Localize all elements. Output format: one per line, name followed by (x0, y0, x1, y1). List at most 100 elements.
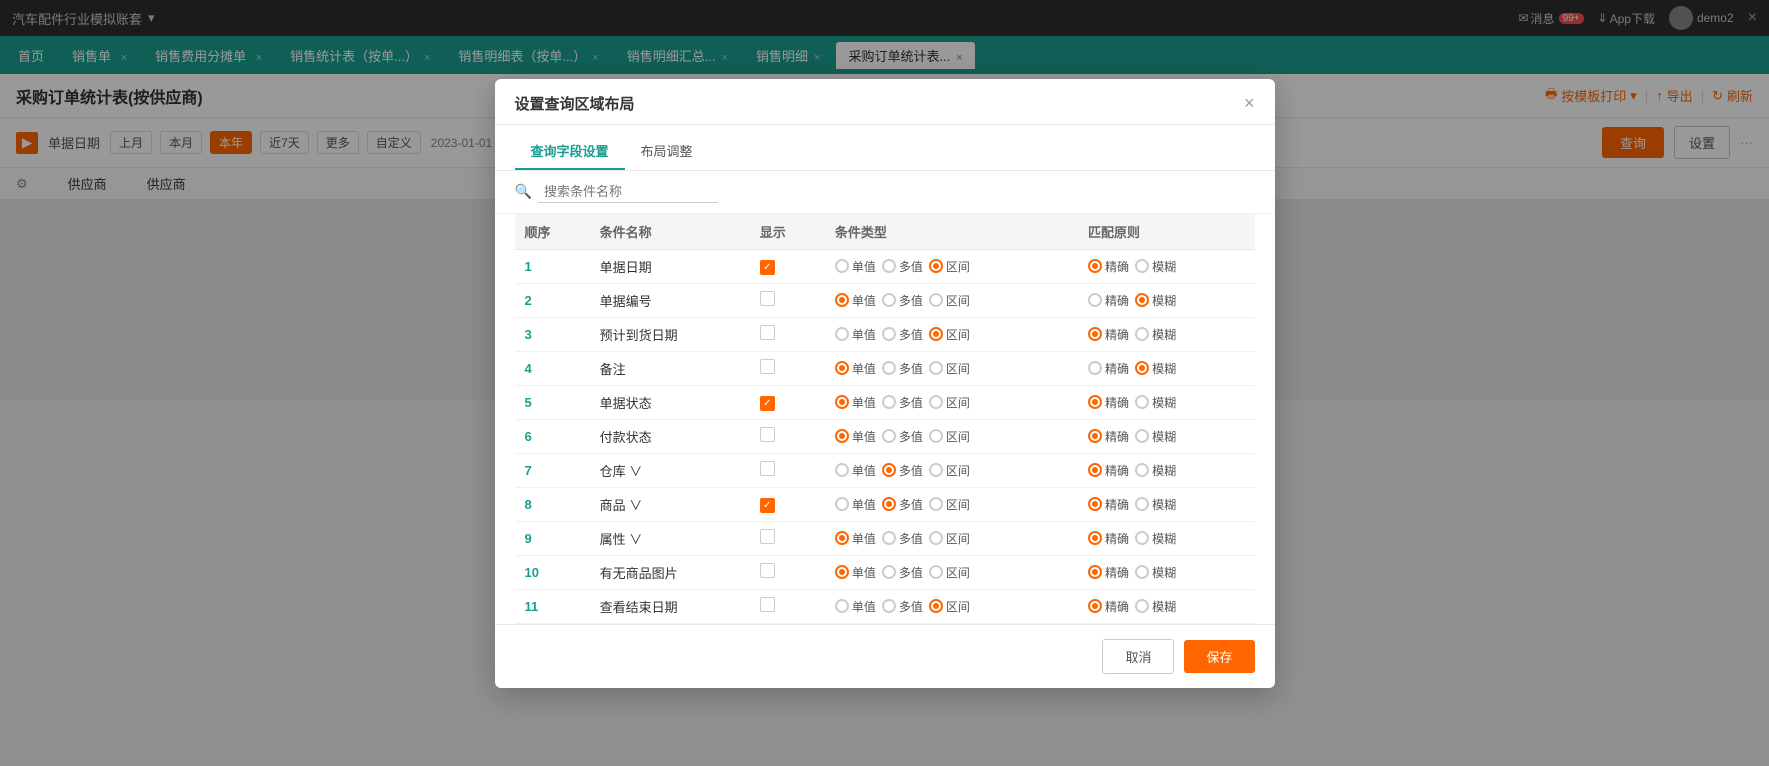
checkbox[interactable] (760, 260, 775, 275)
type-multi-radio[interactable]: 多值 (882, 360, 923, 377)
row-name: 备注 (590, 351, 750, 385)
type-multi-radio[interactable]: 多值 (882, 530, 923, 547)
row-display-checkbox[interactable] (750, 589, 825, 623)
checkbox[interactable] (760, 427, 775, 442)
type-range-radio[interactable]: 区间 (929, 428, 970, 445)
table-row: 1单据日期 单值 多值 区间 精确 模糊 (515, 249, 1255, 283)
type-range-radio[interactable]: 区间 (929, 360, 970, 377)
type-range-radio[interactable]: 区间 (929, 292, 970, 309)
match-radio-group: 精确 模糊 (1088, 598, 1244, 615)
type-multi-radio[interactable]: 多值 (882, 258, 923, 275)
match-exact-radio[interactable]: 精确 (1088, 564, 1129, 581)
type-multi-radio[interactable]: 多值 (882, 394, 923, 411)
match-fuzzy-radio[interactable]: 模糊 (1135, 598, 1176, 615)
type-single-radio[interactable]: 单值 (835, 258, 876, 275)
checkbox[interactable] (760, 359, 775, 374)
match-exact-radio[interactable]: 精确 (1088, 428, 1129, 445)
type-radio-group: 单值 多值 区间 (835, 326, 1068, 343)
condition-search-input[interactable] (538, 181, 718, 203)
cancel-button[interactable]: 取消 (1102, 639, 1174, 674)
radio-dot-range (929, 463, 943, 477)
row-name: 仓库 ∨ (590, 453, 750, 487)
type-multi-radio[interactable]: 多值 (882, 292, 923, 309)
type-range-radio[interactable]: 区间 (929, 462, 970, 479)
type-single-radio[interactable]: 单值 (835, 564, 876, 581)
radio-dot-multi (882, 599, 896, 613)
row-type: 单值 多值 区间 (825, 351, 1078, 385)
checkbox[interactable] (760, 461, 775, 476)
type-range-radio[interactable]: 区间 (929, 530, 970, 547)
type-range-radio[interactable]: 区间 (929, 564, 970, 581)
tab-layout[interactable]: 布局调整 (625, 135, 709, 170)
type-range-radio[interactable]: 区间 (929, 258, 970, 275)
match-exact-radio[interactable]: 精确 (1088, 462, 1129, 479)
match-fuzzy-radio[interactable]: 模糊 (1135, 496, 1176, 513)
checkbox[interactable] (760, 396, 775, 411)
checkbox[interactable] (760, 325, 775, 340)
type-single-radio[interactable]: 单值 (835, 292, 876, 309)
radio-dot-single (835, 293, 849, 307)
type-single-radio[interactable]: 单值 (835, 496, 876, 513)
type-single-radio[interactable]: 单值 (835, 428, 876, 445)
row-match: 精确 模糊 (1078, 249, 1254, 283)
match-exact-radio[interactable]: 精确 (1088, 598, 1129, 615)
row-display-checkbox[interactable] (750, 521, 825, 555)
dialog-close-button[interactable]: × (1244, 93, 1255, 114)
type-range-radio[interactable]: 区间 (929, 394, 970, 411)
match-exact-radio[interactable]: 精确 (1088, 258, 1129, 275)
type-multi-radio[interactable]: 多值 (882, 496, 923, 513)
match-exact-radio[interactable]: 精确 (1088, 326, 1129, 343)
match-fuzzy-radio[interactable]: 模糊 (1135, 394, 1176, 411)
match-exact-radio[interactable]: 精确 (1088, 360, 1129, 377)
row-display-checkbox[interactable] (750, 317, 825, 351)
checkbox[interactable] (760, 498, 775, 513)
save-button[interactable]: 保存 (1184, 640, 1254, 673)
type-range-radio[interactable]: 区间 (929, 598, 970, 615)
radio-dot-fuzzy (1135, 531, 1149, 545)
row-display-checkbox[interactable] (750, 283, 825, 317)
row-display-checkbox[interactable] (750, 555, 825, 589)
row-display-checkbox[interactable] (750, 249, 825, 283)
type-single-radio[interactable]: 单值 (835, 394, 876, 411)
radio-dot-exact (1088, 361, 1102, 375)
match-fuzzy-radio[interactable]: 模糊 (1135, 462, 1176, 479)
match-fuzzy-radio[interactable]: 模糊 (1135, 428, 1176, 445)
tab-query-fields[interactable]: 查询字段设置 (515, 135, 625, 170)
table-row: 11查看结束日期 单值 多值 区间 精确 模糊 (515, 589, 1255, 623)
type-multi-radio[interactable]: 多值 (882, 462, 923, 479)
type-single-radio[interactable]: 单值 (835, 530, 876, 547)
checkbox[interactable] (760, 529, 775, 544)
type-multi-radio[interactable]: 多值 (882, 326, 923, 343)
type-multi-radio[interactable]: 多值 (882, 598, 923, 615)
type-single-radio[interactable]: 单值 (835, 326, 876, 343)
checkbox[interactable] (760, 597, 775, 612)
radio-dot-fuzzy (1135, 599, 1149, 613)
type-multi-radio[interactable]: 多值 (882, 428, 923, 445)
match-fuzzy-radio[interactable]: 模糊 (1135, 258, 1176, 275)
row-type: 单值 多值 区间 (825, 487, 1078, 521)
checkbox[interactable] (760, 291, 775, 306)
match-fuzzy-radio[interactable]: 模糊 (1135, 360, 1176, 377)
type-range-radio[interactable]: 区间 (929, 326, 970, 343)
type-single-radio[interactable]: 单值 (835, 598, 876, 615)
match-exact-radio[interactable]: 精确 (1088, 496, 1129, 513)
type-range-radio[interactable]: 区间 (929, 496, 970, 513)
match-fuzzy-radio[interactable]: 模糊 (1135, 530, 1176, 547)
row-display-checkbox[interactable] (750, 487, 825, 521)
row-display-checkbox[interactable] (750, 351, 825, 385)
checkbox[interactable] (760, 563, 775, 578)
type-single-radio[interactable]: 单值 (835, 462, 876, 479)
dialog-footer: 取消 保存 (495, 624, 1275, 688)
match-fuzzy-radio[interactable]: 模糊 (1135, 326, 1176, 343)
row-display-checkbox[interactable] (750, 385, 825, 419)
row-display-checkbox[interactable] (750, 453, 825, 487)
match-exact-radio[interactable]: 精确 (1088, 394, 1129, 411)
match-fuzzy-radio[interactable]: 模糊 (1135, 292, 1176, 309)
row-display-checkbox[interactable] (750, 419, 825, 453)
type-multi-radio[interactable]: 多值 (882, 564, 923, 581)
row-type: 单值 多值 区间 (825, 249, 1078, 283)
match-fuzzy-radio[interactable]: 模糊 (1135, 564, 1176, 581)
type-single-radio[interactable]: 单值 (835, 360, 876, 377)
match-exact-radio[interactable]: 精确 (1088, 530, 1129, 547)
match-exact-radio[interactable]: 精确 (1088, 292, 1129, 309)
